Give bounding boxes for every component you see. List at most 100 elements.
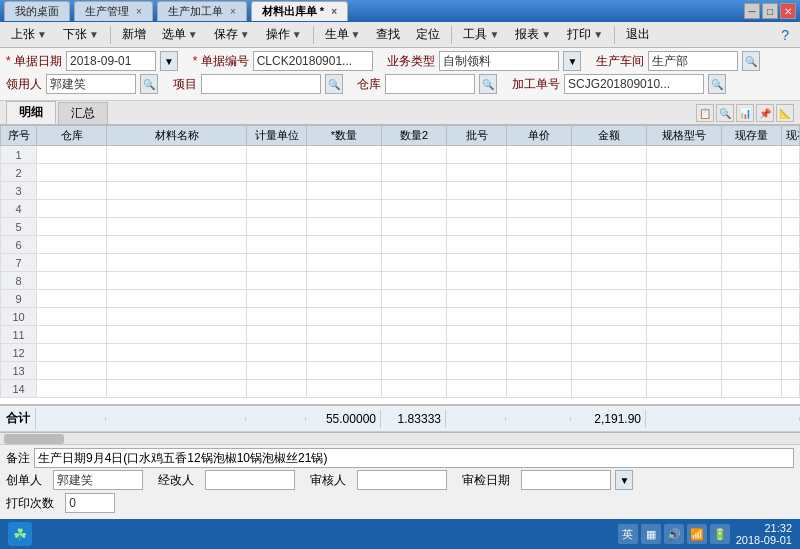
table-row-12-qty1[interactable] <box>307 344 382 362</box>
table-row-2-qty1[interactable] <box>307 164 382 182</box>
col-qty2[interactable]: 数量2 <box>382 126 447 146</box>
col-stock[interactable]: 现存量 <box>722 126 782 146</box>
action-icon-4[interactable]: 📌 <box>756 104 774 122</box>
table-row-1-price[interactable] <box>507 146 572 164</box>
table-row-9-stock[interactable] <box>722 290 782 308</box>
table-row-12-spec_code[interactable] <box>647 344 722 362</box>
table-row-14-batch[interactable] <box>447 380 507 398</box>
table-row[interactable]: 4 <box>1 200 800 218</box>
print-btn[interactable]: 打印 ▼ <box>560 23 610 46</box>
table-row-4-qty1[interactable] <box>307 200 382 218</box>
table-row-6-warehouse[interactable] <box>37 236 107 254</box>
table-row-14-price[interactable] <box>507 380 572 398</box>
operate-btn[interactable]: 操作 ▼ <box>259 23 309 46</box>
table-row-6-stock[interactable] <box>722 236 782 254</box>
table-row-4-unit[interactable] <box>247 200 307 218</box>
biz-input[interactable] <box>439 51 559 71</box>
col-amount[interactable]: 金额 <box>572 126 647 146</box>
table-row-1-batch[interactable] <box>447 146 507 164</box>
new-btn[interactable]: 新增 <box>115 23 153 46</box>
auditor-input[interactable] <box>357 470 447 490</box>
table-row-5-material[interactable] <box>107 218 247 236</box>
next-dropdown-icon[interactable]: ▼ <box>89 29 99 40</box>
project-input[interactable] <box>201 74 321 94</box>
table-row-10-material[interactable] <box>107 308 247 326</box>
table-row-12-stock2[interactable] <box>782 344 800 362</box>
table-row[interactable]: 2 <box>1 164 800 182</box>
table-row-10-qty1[interactable] <box>307 308 382 326</box>
table-row-14-qty1[interactable] <box>307 380 382 398</box>
table-row-12-warehouse[interactable] <box>37 344 107 362</box>
col-qty1[interactable]: *数量 <box>307 126 382 146</box>
tools-dropdown-icon[interactable]: ▼ <box>489 29 499 40</box>
table-row-11-amount[interactable] <box>572 326 647 344</box>
biz-picker-btn[interactable]: ▼ <box>563 51 581 71</box>
table-row-2-price[interactable] <box>507 164 572 182</box>
lang-icon[interactable]: 英 <box>618 524 638 544</box>
table-row-11-warehouse[interactable] <box>37 326 107 344</box>
tab-detail[interactable]: 明细 <box>6 101 56 124</box>
help-btn[interactable]: ? <box>774 24 796 46</box>
table-row-12-material[interactable] <box>107 344 247 362</box>
table-row-8-material[interactable] <box>107 272 247 290</box>
table-row-7-stock[interactable] <box>722 254 782 272</box>
warehouse-input[interactable] <box>385 74 475 94</box>
table-row-5-unit[interactable] <box>247 218 307 236</box>
table-row-11-qty2[interactable] <box>382 326 447 344</box>
report-btn[interactable]: 报表 ▼ <box>508 23 558 46</box>
table-row-13-price[interactable] <box>507 362 572 380</box>
table-row-2-unit[interactable] <box>247 164 307 182</box>
table-row-10-amount[interactable] <box>572 308 647 326</box>
h-scrollbar[interactable] <box>0 432 800 444</box>
table-row[interactable]: 7 <box>1 254 800 272</box>
table-row-3-batch[interactable] <box>447 182 507 200</box>
table-row-5-qty1[interactable] <box>307 218 382 236</box>
table-row-10-price[interactable] <box>507 308 572 326</box>
table-row-2-batch[interactable] <box>447 164 507 182</box>
table-row-13-amount[interactable] <box>572 362 647 380</box>
table-row-6-amount[interactable] <box>572 236 647 254</box>
table-row-8-qty1[interactable] <box>307 272 382 290</box>
table-row[interactable]: 5 <box>1 218 800 236</box>
table-row-14-qty2[interactable] <box>382 380 447 398</box>
table-row-9-unit[interactable] <box>247 290 307 308</box>
table-row-4-spec_code[interactable] <box>647 200 722 218</box>
print-dropdown-icon[interactable]: ▼ <box>593 29 603 40</box>
table-row-10-stock2[interactable] <box>782 308 800 326</box>
table-row-4-batch[interactable] <box>447 200 507 218</box>
table-row-14-warehouse[interactable] <box>37 380 107 398</box>
table-row-10-spec_code[interactable] <box>647 308 722 326</box>
col-material[interactable]: 材料名称 <box>107 126 247 146</box>
workshop-picker-btn[interactable]: 🔍 <box>742 51 760 71</box>
table-row-8-warehouse[interactable] <box>37 272 107 290</box>
table-row-12-stock[interactable] <box>722 344 782 362</box>
date-input[interactable] <box>66 51 156 71</box>
table-row-7-unit[interactable] <box>247 254 307 272</box>
table-row-4-stock[interactable] <box>722 200 782 218</box>
table-row-8-batch[interactable] <box>447 272 507 290</box>
table-row-7-stock2[interactable] <box>782 254 800 272</box>
table-row-5-warehouse[interactable] <box>37 218 107 236</box>
table-row-3-stock2[interactable] <box>782 182 800 200</box>
action-icon-2[interactable]: 🔍 <box>716 104 734 122</box>
table-row-10-stock[interactable] <box>722 308 782 326</box>
tab-production-order[interactable]: 生产加工单 × <box>157 1 247 21</box>
table-row-3-stock[interactable] <box>722 182 782 200</box>
table-row-1-warehouse[interactable] <box>37 146 107 164</box>
table-row-1-qty1[interactable] <box>307 146 382 164</box>
table-row-13-qty2[interactable] <box>382 362 447 380</box>
sound-icon[interactable]: 🔊 <box>664 524 684 544</box>
table-row-9-qty2[interactable] <box>382 290 447 308</box>
minimize-button[interactable]: ─ <box>744 3 760 19</box>
table-row-2-spec_code[interactable] <box>647 164 722 182</box>
maximize-button[interactable]: □ <box>762 3 778 19</box>
table-row-5-stock[interactable] <box>722 218 782 236</box>
table-row-11-stock[interactable] <box>722 326 782 344</box>
table-row-6-batch[interactable] <box>447 236 507 254</box>
table-row-10-qty2[interactable] <box>382 308 447 326</box>
table-row-8-stock2[interactable] <box>782 272 800 290</box>
table-row-1-amount[interactable] <box>572 146 647 164</box>
select-btn[interactable]: 选单 ▼ <box>155 23 205 46</box>
table-row-11-qty1[interactable] <box>307 326 382 344</box>
locate-btn[interactable]: 定位 <box>409 23 447 46</box>
